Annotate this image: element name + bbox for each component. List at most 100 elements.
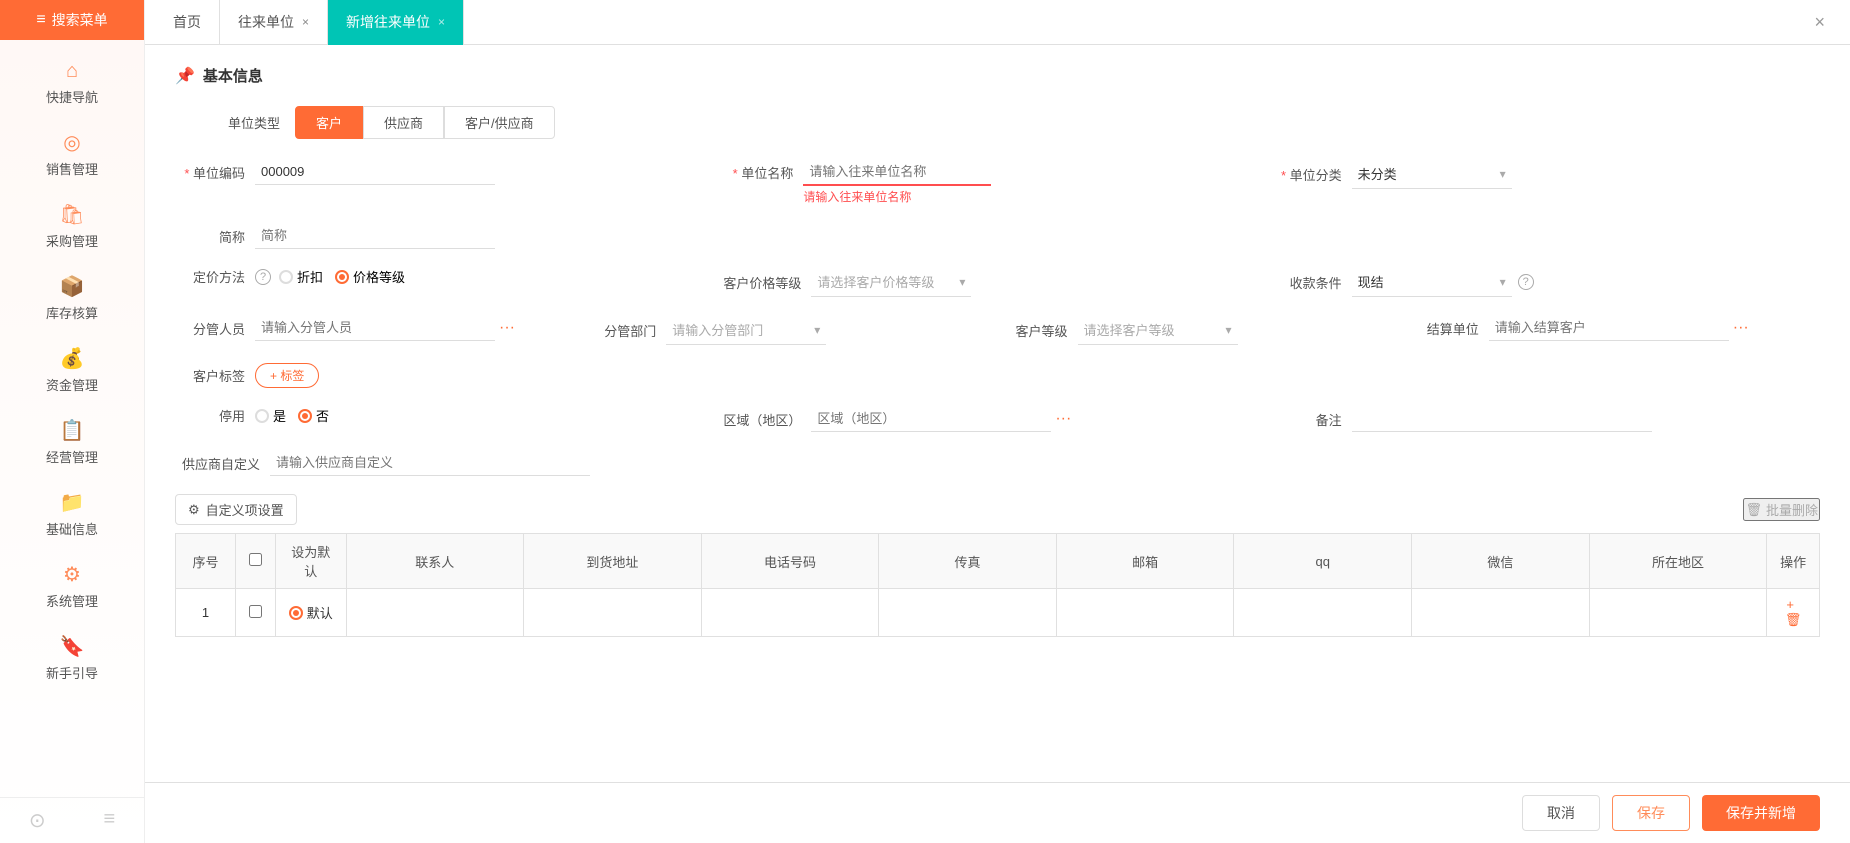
tab-new-contact-close[interactable]: × <box>438 15 445 29</box>
customer-tag-field: 客户标签 + 标签 <box>175 363 1820 388</box>
tab-home[interactable]: 首页 <box>155 0 220 45</box>
sidebar-item-new-guide[interactable]: 🔖 新手引导 <box>0 622 144 694</box>
cell-email[interactable] <box>1056 589 1234 637</box>
unit-category-value: 未分类 <box>1358 164 1397 183</box>
cell-qq[interactable] <box>1234 589 1412 637</box>
radio-grade[interactable]: 价格等级 <box>335 267 405 286</box>
sidebar-bottom: ⊙ ≡ <box>0 797 144 843</box>
save-button[interactable]: 保存 <box>1612 795 1690 831</box>
row-checkbox[interactable] <box>249 605 262 618</box>
sidebar-item-system[interactable]: ⚙ 系统管理 <box>0 550 144 622</box>
cell-contact[interactable] <box>346 589 524 637</box>
manager-input[interactable] <box>255 315 495 341</box>
tab-contacts[interactable]: 往来单位 × <box>220 0 328 45</box>
col-region: 所在地区 <box>1589 534 1767 589</box>
type-btn-customer[interactable]: 客户 <box>295 106 363 139</box>
customer-price-chevron: ▾ <box>959 275 965 289</box>
settlement-field: 结算单位 ··· <box>1409 315 1820 341</box>
sidebar-item-basic-info[interactable]: 📁 基础信息 <box>0 478 144 550</box>
basic-info-icon: 📁 <box>60 490 85 515</box>
type-btn-supplier[interactable]: 供应商 <box>363 106 444 139</box>
manager-more-icon[interactable]: ··· <box>495 319 519 337</box>
new-guide-icon: 🔖 <box>60 634 85 659</box>
tab-contacts-close[interactable]: × <box>302 15 309 29</box>
add-tag-button[interactable]: + 标签 <box>255 363 319 388</box>
settlement-input[interactable] <box>1489 315 1729 341</box>
cell-default: 默认 <box>276 589 347 637</box>
wechat-input[interactable] <box>1422 605 1579 620</box>
address-input[interactable] <box>534 605 691 620</box>
sidebar-item-operations[interactable]: 📋 经营管理 <box>0 406 144 478</box>
remark-label: 备注 <box>1272 410 1352 429</box>
payment-help-icon[interactable]: ? <box>1518 274 1534 290</box>
cell-fax[interactable] <box>879 589 1057 637</box>
customer-level-select[interactable]: 请选择客户等级 ▾ <box>1078 315 1238 345</box>
cell-address[interactable] <box>524 589 702 637</box>
sidebar-item-label: 基础信息 <box>46 519 98 538</box>
delete-row-icon[interactable]: 🗑 <box>1785 612 1802 627</box>
type-btn-both[interactable]: 客户/供应商 <box>444 106 555 139</box>
radio-disable-yes[interactable]: 是 <box>255 406 286 425</box>
sidebar-item-label: 系统管理 <box>46 591 98 610</box>
radio-discount[interactable]: 折扣 <box>279 267 323 286</box>
qq-input[interactable] <box>1244 605 1401 620</box>
sidebar-item-label: 销售管理 <box>46 159 98 178</box>
region-more-icon[interactable]: ··· <box>1051 410 1075 428</box>
batch-delete-button[interactable]: 🗑 批量删除 <box>1743 498 1820 521</box>
sidebar-item-quick-nav[interactable]: ⌂ 快捷导航 <box>0 48 144 118</box>
fax-input[interactable] <box>889 605 1046 620</box>
customer-price-select[interactable]: 请选择客户价格等级 ▾ <box>811 267 971 297</box>
purchase-icon: 🛍 <box>59 202 84 227</box>
main-content: 首页 往来单位 × 新增往来单位 × × 📌 基本信息 单位类型 客户 供应商 … <box>145 0 1850 843</box>
contact-input[interactable] <box>357 605 514 620</box>
payment-terms-value: 现结 <box>1358 272 1384 291</box>
default-label: 默认 <box>307 603 333 622</box>
region-input[interactable] <box>811 406 1051 432</box>
cell-region[interactable] <box>1589 589 1767 637</box>
form-row-pricing: 定价方法 ? 折扣 价格等级 客户价格等级 请选择客户价格等级 <box>175 267 1820 297</box>
sidebar-item-purchase[interactable]: 🛍 采购管理 <box>0 190 144 262</box>
email-input[interactable] <box>1067 605 1224 620</box>
remark-input[interactable] <box>1352 406 1652 432</box>
sidebar-bottom-icon-1[interactable]: ⊙ <box>29 808 46 833</box>
cell-phone[interactable] <box>701 589 879 637</box>
window-close-icon[interactable]: × <box>1799 12 1840 33</box>
settlement-more-icon[interactable]: ··· <box>1729 319 1753 337</box>
sidebar-item-finance[interactable]: 💰 资金管理 <box>0 334 144 406</box>
payment-terms-label: 收款条件 <box>1272 273 1352 292</box>
customer-price-label: 客户价格等级 <box>723 273 811 292</box>
customer-tag-label: 客户标签 <box>175 366 255 385</box>
sidebar-search-bar[interactable]: ≡ 搜索菜单 <box>0 0 144 40</box>
short-name-field: 简称 <box>175 223 1820 249</box>
operations-icon: 📋 <box>60 418 85 443</box>
unit-name-error: 请输入往来单位名称 <box>803 188 911 205</box>
region-field: 区域（地区） ··· <box>723 406 1271 432</box>
sidebar-bottom-icon-2[interactable]: ≡ <box>103 808 115 833</box>
add-row-icon[interactable]: + <box>1786 597 1794 612</box>
save-new-button[interactable]: 保存并新增 <box>1702 795 1820 831</box>
row-region-input[interactable] <box>1600 605 1757 620</box>
custom-settings-button[interactable]: ⚙ 自定义项设置 <box>175 494 297 525</box>
tab-new-contact[interactable]: 新增往来单位 × <box>328 0 464 45</box>
radio-grade-label: 价格等级 <box>353 267 405 286</box>
cell-wechat[interactable] <box>1412 589 1590 637</box>
pricing-help-icon[interactable]: ? <box>255 269 271 285</box>
supplier-custom-input[interactable] <box>270 450 590 476</box>
payment-terms-select[interactable]: 现结 ▾ <box>1352 267 1512 297</box>
row-default-radio[interactable]: 默认 <box>286 603 336 622</box>
search-icon: ≡ <box>36 11 45 29</box>
select-all-checkbox[interactable] <box>249 553 262 566</box>
radio-disable-no[interactable]: 否 <box>298 406 329 425</box>
cancel-button[interactable]: 取消 <box>1522 795 1600 831</box>
sidebar-item-sales[interactable]: ◎ 销售管理 <box>0 118 144 190</box>
phone-input[interactable] <box>712 605 869 620</box>
table-controls: ⚙ 自定义项设置 🗑 批量删除 <box>175 494 1820 525</box>
dept-select[interactable]: 请输入分管部门 ▾ <box>666 315 826 345</box>
short-name-input[interactable] <box>255 223 495 249</box>
sidebar-item-inventory[interactable]: 📦 库存核算 <box>0 262 144 334</box>
unit-name-input[interactable] <box>803 159 991 186</box>
section-pin-icon: 📌 <box>175 66 195 86</box>
unit-code-input[interactable] <box>255 159 495 185</box>
unit-category-select[interactable]: 未分类 ▾ <box>1352 159 1512 189</box>
col-contact: 联系人 <box>346 534 524 589</box>
